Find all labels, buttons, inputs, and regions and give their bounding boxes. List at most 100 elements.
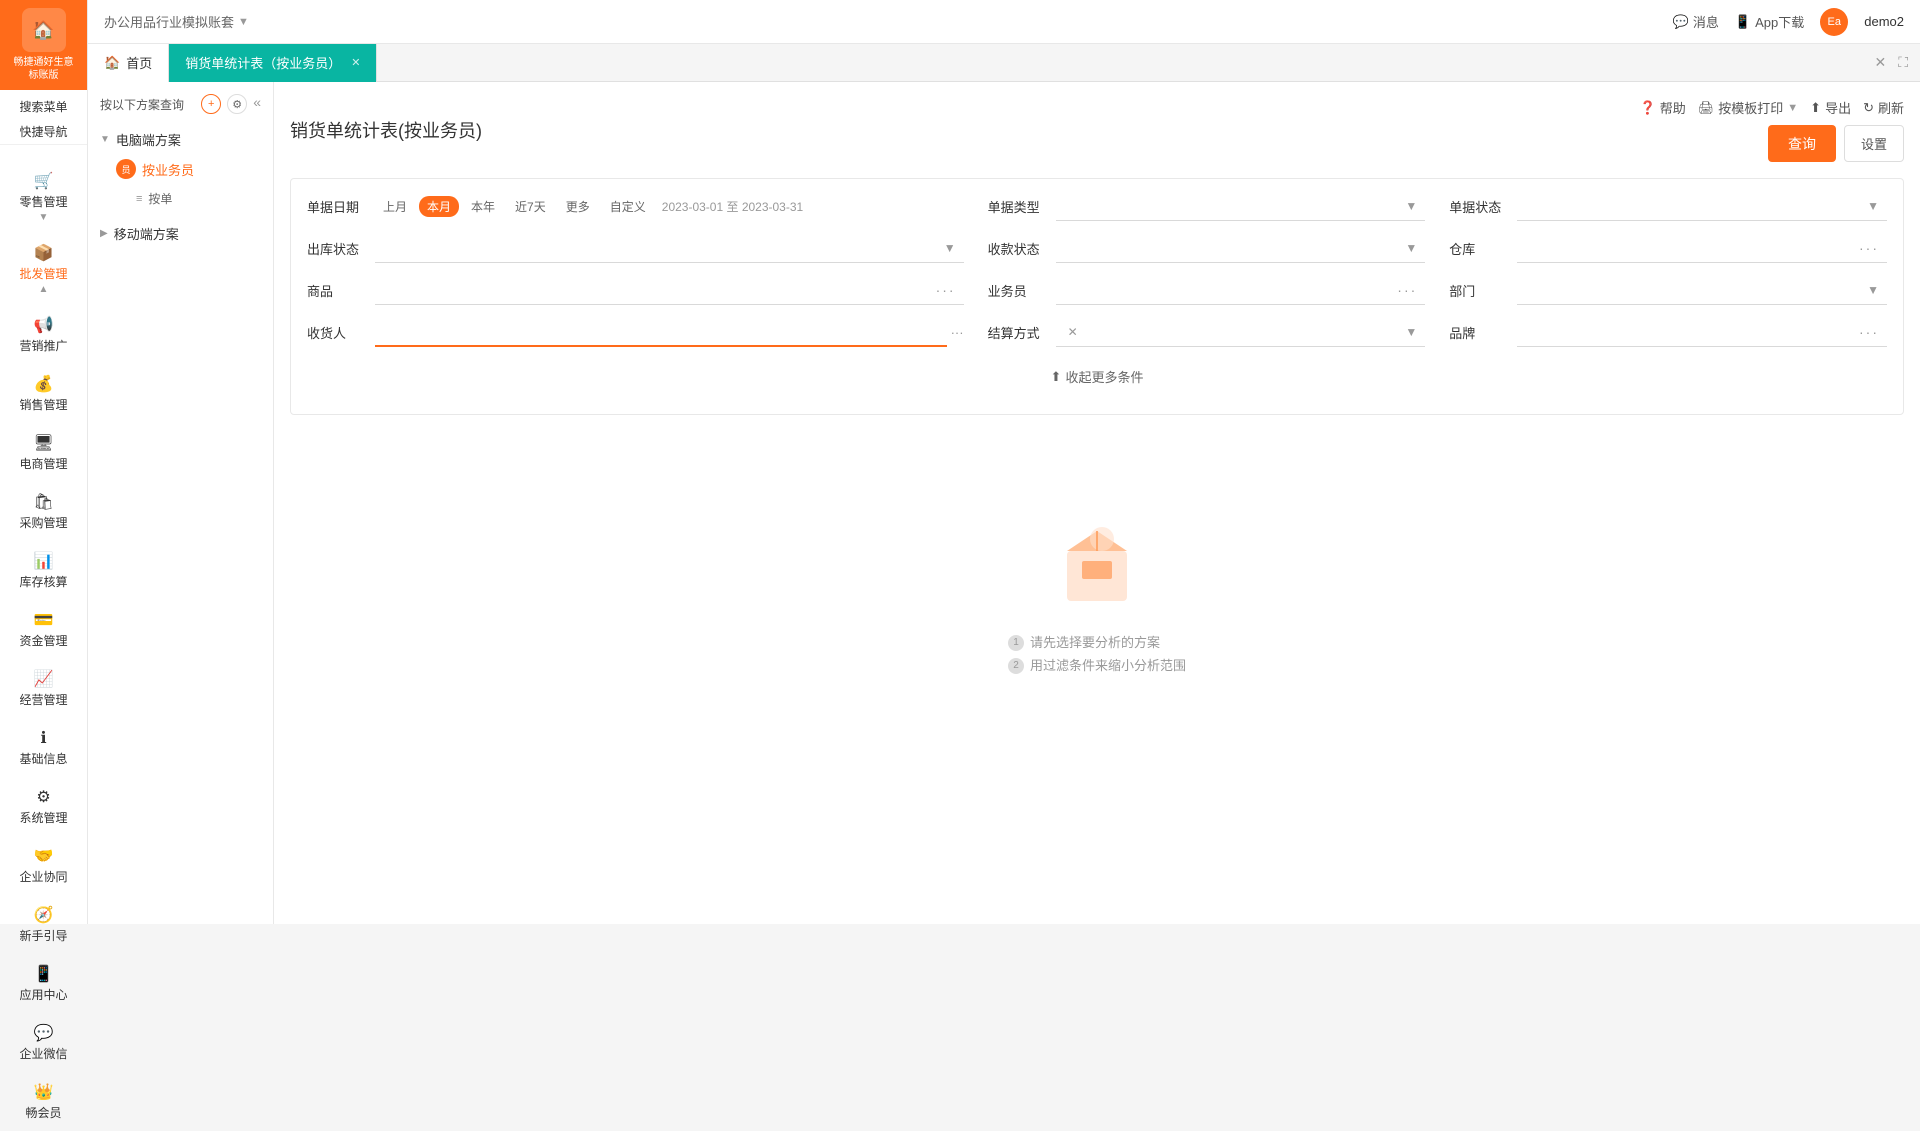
user-avatar[interactable]: Ea [1820,8,1848,36]
sales-label: 销售管理 [19,396,67,413]
doc-status-select[interactable]: ▼ [1517,191,1887,221]
receiver-dots-icon[interactable]: ··· [951,325,964,340]
salesperson-filter-label: 业务员 [988,281,1048,300]
out-status-filter: 出库状态 ▼ [307,233,964,263]
close-window-icon[interactable]: ✕ [1874,54,1886,71]
brand-dots-icon[interactable]: ··· [1859,324,1879,340]
sidebar-item-wholesale[interactable]: 📦 批发管理 ▲ [0,233,87,305]
date-tab-this-year[interactable]: 本年 [463,196,503,217]
doc-type-filter: 单据类型 ▼ [988,191,1426,221]
department-label: 部门 [1449,281,1509,300]
date-tab-last-month[interactable]: 上月 [375,196,415,217]
salesperson-select[interactable]: ··· [1056,275,1426,305]
appcenter-label: 应用中心 [19,986,67,1003]
plan-subitem-order[interactable]: ≡ 按单 [88,185,273,212]
salesperson-plan-icon: 员 [116,159,136,179]
refresh-button[interactable]: ↻ 刷新 [1863,98,1904,117]
sidebar-item-operations[interactable]: 📈 经营管理 [0,659,87,718]
left-panel-header: 按以下方案查询 + ⚙ « [88,94,273,122]
home-icon: 🏠 [104,55,120,71]
wholesale-icon: 📦 [34,243,54,263]
sidebar-item-system[interactable]: ⚙ 系统管理 [0,777,87,836]
empty-steps-list: 1 请先选择要分析的方案 2 用过滤条件来缩小分析范围 [1008,631,1186,678]
print-button[interactable]: 🖨 按模板打印 ▼ [1698,98,1798,117]
finance-label: 资金管理 [19,632,67,649]
mobile-plan-header[interactable]: ▶ 移动端方案 [88,220,273,247]
sidebar-item-corp[interactable]: 🤝 企业协同 [0,836,87,895]
help-button[interactable]: ❓ 帮助 [1640,98,1686,117]
receiver-input[interactable] [375,317,947,347]
doc-type-arrow-icon: ▼ [1405,199,1417,213]
message-button[interactable]: 💬 消息 [1673,12,1719,31]
app-logo: 🏠 畅捷通好生意 标账版 [0,0,87,90]
brand-filter: 品牌 ··· [1449,317,1887,347]
sidebar-item-finance[interactable]: 💳 资金管理 [0,600,87,659]
account-dropdown[interactable]: 办公用品行业模拟账套 ▼ [104,12,249,31]
mobile-plan-arrow: ▶ [100,228,108,239]
out-status-select[interactable]: ▼ [375,233,964,263]
basic-label: 基础信息 [19,750,67,767]
doc-type-label: 单据类型 [988,197,1048,216]
empty-svg [1047,511,1147,611]
collapse-button[interactable]: ⬆ 收起更多条件 [1039,363,1156,390]
product-select[interactable]: ··· [375,275,964,305]
date-tab-this-month[interactable]: 本月 [419,196,459,217]
purchase-label: 采购管理 [19,514,67,531]
sidebar-item-retail[interactable]: 🛒 零售管理 ▼ [0,161,87,233]
settlement-select[interactable]: ✕ ▼ [1056,317,1426,347]
date-tab-7days[interactable]: 近7天 [507,196,554,217]
settlement-clear-button[interactable]: ✕ [1064,325,1082,339]
sidebar-item-member[interactable]: 👑 畅会员 [0,1072,87,1131]
sidebar-item-wechat[interactable]: 💬 企业微信 [0,1013,87,1072]
settings-plan-button[interactable]: ⚙ [227,94,247,114]
sidebar-item-basic[interactable]: ℹ 基础信息 [0,718,87,777]
product-dots-icon[interactable]: ··· [936,282,956,298]
topbar: 办公用品行业模拟账套 ▼ 💬 消息 📱 App下载 Ea demo2 [88,0,1920,44]
date-tab-more[interactable]: 更多 [558,196,598,217]
department-select[interactable]: ▼ [1517,275,1887,305]
export-button[interactable]: ⬆ 导出 [1810,98,1851,117]
collapse-panel-button[interactable]: « [253,94,261,114]
brand-select[interactable]: ··· [1517,317,1887,347]
date-tab-custom[interactable]: 自定义 [602,196,654,217]
warehouse-dots-icon[interactable]: ··· [1859,240,1879,256]
sidebar-quick-nav[interactable]: 快捷导航 [0,119,87,145]
sidebar-item-ecommerce[interactable]: 🖥 电商管理 [0,423,87,482]
sidebar-item-sales[interactable]: 💰 销售管理 [0,364,87,423]
sidebar-item-appcenter[interactable]: 📱 应用中心 [0,954,87,1013]
retail-label: 零售管理 [19,193,67,210]
dropdown-arrow-icon: ▼ [238,16,249,28]
step-1-text: 请先选择要分析的方案 [1030,631,1160,654]
page-top-actions: ❓ 帮助 🖨 按模板打印 ▼ ⬆ 导出 [1640,98,1904,162]
filter-row-4: 收货人 ··· 结算方式 ✕ ▼ [307,317,1887,347]
maximize-window-icon[interactable]: ⛶ [1898,54,1908,71]
receipt-status-select[interactable]: ▼ [1056,233,1426,263]
plan-item-salesperson[interactable]: 员 按业务员 [88,153,273,185]
sidebar-search[interactable]: 搜索菜单 [0,90,87,119]
sidebar-item-inventory[interactable]: 📊 库存核算 [0,541,87,600]
app-download-button[interactable]: 📱 App下载 [1735,12,1804,31]
tab-close-icon[interactable]: ✕ [351,56,360,69]
tab-home[interactable]: 🏠 首页 [88,44,169,82]
sidebar-item-purchase[interactable]: 🛍 采购管理 [0,482,87,541]
filter-row-3: 商品 ··· 业务员 ··· [307,275,1887,305]
collapse-label: 收起更多条件 [1065,367,1143,386]
tab-sales-report[interactable]: 销货单统计表（按业务员） ✕ [169,44,377,82]
settings-button[interactable]: 设置 [1844,125,1904,162]
doc-type-select[interactable]: ▼ [1056,191,1426,221]
add-plan-button[interactable]: + [201,94,221,114]
filter-row-1: 单据日期 上月 本月 本年 近7天 更多 自定义 2023-03-01 至 20… [307,191,1887,221]
operations-label: 经营管理 [19,691,67,708]
sidebar-item-marketing[interactable]: 📢 营销推广 [0,305,87,364]
warehouse-select[interactable]: ··· [1517,233,1887,263]
panel-actions: + ⚙ « [201,94,261,114]
query-button[interactable]: 查询 [1768,125,1836,162]
sidebar-item-guide[interactable]: 🧭 新手引导 [0,895,87,954]
refresh-label: 刷新 [1878,98,1904,117]
print-icon: 🖨 [1698,100,1715,116]
desktop-plan-header[interactable]: ▼ 电脑端方案 [88,126,273,153]
salesperson-dots-icon[interactable]: ··· [1397,282,1417,298]
empty-step-1: 1 请先选择要分析的方案 [1008,631,1186,654]
product-label: 商品 [307,281,367,300]
sales-icon: 💰 [34,374,54,394]
